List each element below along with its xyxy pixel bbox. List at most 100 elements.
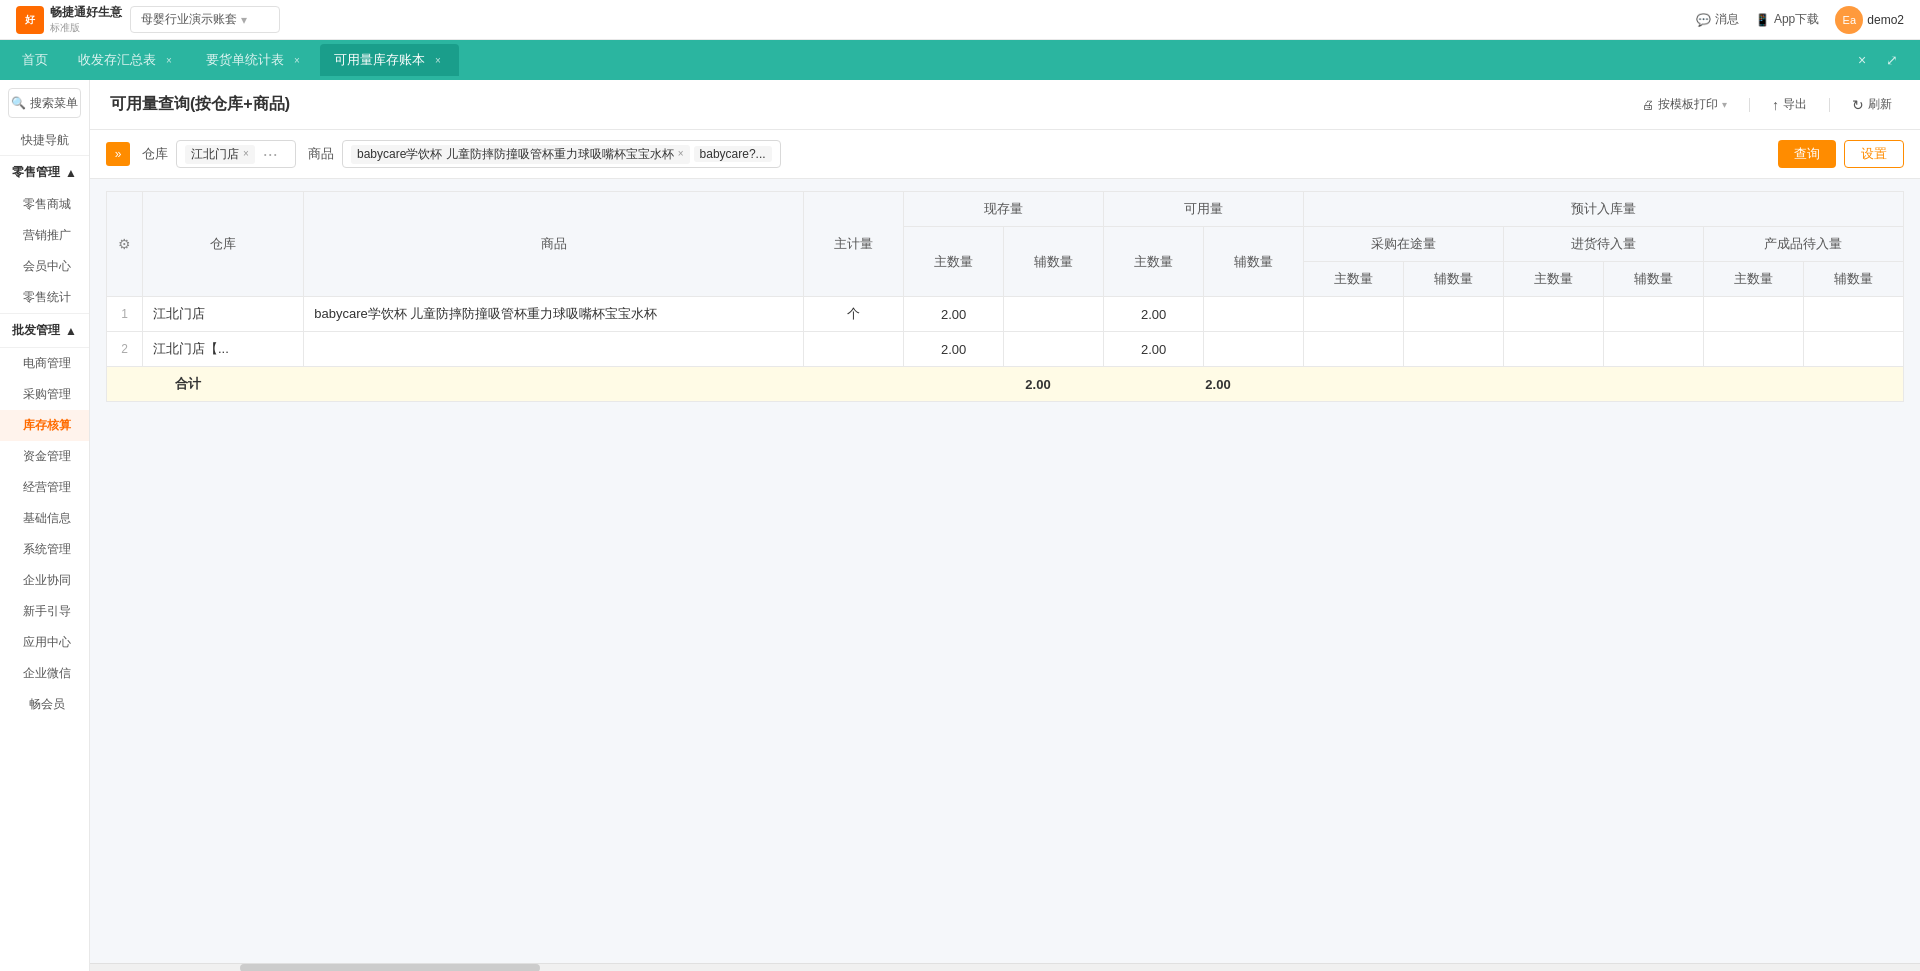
sidebar-item-app-center[interactable]: 应用中心 [0, 627, 89, 658]
refresh-button[interactable]: ↻ 刷新 [1844, 92, 1900, 117]
sidebar-item-ecommerce[interactable]: 电商管理 [0, 348, 89, 379]
cell-stock-main: 2.00 [904, 297, 1004, 332]
refresh-label: 刷新 [1868, 96, 1892, 113]
warehouse-tag: 江北门店 × [185, 145, 255, 164]
product-tag1-text: babycare学饮杯 儿童防摔防撞吸管杯重力球吸嘴杯宝宝水杯 [357, 146, 674, 163]
th-incoming-group: 进货待入量 [1504, 227, 1704, 262]
main-layout: 🔍 搜索菜单 快捷导航 零售管理 ▲ 零售商城 营销推广 会员中心 零售统计 批… [0, 80, 1920, 971]
tab-receipt-summary[interactable]: 收发存汇总表 × [64, 44, 190, 76]
sidebar-item-basic-info[interactable]: 基础信息 [0, 503, 89, 534]
tab-receipt-summary-close[interactable]: × [162, 53, 176, 67]
product-tag2: babycare?... [694, 146, 772, 162]
tab-home[interactable]: 首页 [8, 44, 62, 76]
refresh-icon: ↻ [1852, 97, 1864, 113]
sidebar-group-wholesale-header[interactable]: 批发管理 ▲ [0, 314, 89, 347]
th-unit: 主计量 [804, 192, 904, 297]
th-warehouse: 仓库 [143, 192, 304, 297]
top-bar-right: 💬 消息 📱 App下载 Ea demo2 [1696, 6, 1904, 34]
product-tag1-close[interactable]: × [678, 149, 684, 159]
avatar: Ea [1835, 6, 1863, 34]
sidebar-item-new-guide[interactable]: 新手引导 [0, 596, 89, 627]
th-incoming-main: 主数量 [1504, 262, 1604, 297]
chat-label: 消息 [1715, 11, 1739, 28]
cell-unit: 个 [804, 297, 904, 332]
nav-tabs: 首页 收发存汇总表 × 要货单统计表 × 可用量库存账本 × × ⤢ [0, 40, 1920, 80]
print-chevron-icon: ▾ [1722, 99, 1727, 110]
print-button[interactable]: 🖨 按模板打印 ▾ [1634, 92, 1735, 117]
cell-stock-aux [1004, 297, 1104, 332]
column-settings-icon[interactable]: ⚙ [118, 236, 131, 252]
tab-maximize-button[interactable]: ⤢ [1880, 48, 1904, 72]
query-button[interactable]: 查询 [1778, 140, 1836, 168]
user-area[interactable]: Ea demo2 [1835, 6, 1904, 34]
sidebar-item-member[interactable]: 会员中心 [0, 251, 89, 282]
tab-available-inventory[interactable]: 可用量库存账本 × [320, 44, 459, 76]
warehouse-tag-close[interactable]: × [243, 149, 249, 159]
cell-unit [804, 332, 904, 367]
warehouse-more-button[interactable]: ··· [259, 144, 282, 165]
product-tag2-text: babycare?... [700, 147, 766, 161]
th-produced-aux: 辅数量 [1803, 262, 1903, 297]
sidebar-item-finance[interactable]: 资金管理 [0, 441, 89, 472]
footer-stock-main: 2.00 [993, 377, 1083, 392]
cell-index: 2 [107, 332, 143, 367]
sidebar: 🔍 搜索菜单 快捷导航 零售管理 ▲ 零售商城 营销推广 会员中心 零售统计 批… [0, 80, 90, 971]
settings-button[interactable]: 设置 [1844, 140, 1904, 168]
top-bar: 好 畅捷通好生意 标准版 母婴行业演示账套 ▾ 💬 消息 📱 App下载 Ea … [0, 0, 1920, 40]
chat-icon: 💬 [1696, 13, 1711, 27]
th-stock-group: 现存量 [904, 192, 1104, 227]
cell-produced-main [1703, 332, 1803, 367]
sidebar-item-operation[interactable]: 经营管理 [0, 472, 89, 503]
app-download-label: App下载 [1774, 11, 1819, 28]
sidebar-item-retail-stats[interactable]: 零售统计 [0, 282, 89, 313]
table-scroll-thumb[interactable] [240, 964, 540, 971]
filter-actions: 查询 设置 [1778, 140, 1904, 168]
industry-label: 母婴行业演示账套 [141, 11, 237, 28]
chat-button[interactable]: 💬 消息 [1696, 11, 1739, 28]
sidebar-group-retail: 零售管理 ▲ 零售商城 营销推广 会员中心 零售统计 [0, 156, 89, 314]
sidebar-item-member-plus[interactable]: 畅会员 [0, 689, 89, 720]
table-area: ⚙ 仓库 商品 主计量 现存量 可用量 预计入库量 主数量 辅数量 主数量 辅数… [90, 179, 1920, 963]
export-button[interactable]: ↑ 导出 [1764, 92, 1815, 117]
page-header-actions: 🖨 按模板打印 ▾ ↑ 导出 ↻ 刷新 [1634, 92, 1900, 129]
th-incoming-aux: 辅数量 [1603, 262, 1703, 297]
sidebar-search-area: 🔍 搜索菜单 [0, 80, 89, 126]
divider1 [1749, 98, 1750, 112]
tab-home-label: 首页 [22, 51, 48, 69]
cell-available-main: 2.00 [1104, 332, 1204, 367]
tab-available-inventory-close[interactable]: × [431, 53, 445, 67]
tab-controls: × ⤢ [1850, 48, 1912, 72]
cell-incoming-aux [1603, 332, 1703, 367]
tab-order-stats[interactable]: 要货单统计表 × [192, 44, 318, 76]
filter-expand-button[interactable]: » [106, 142, 130, 166]
warehouse-filter-input[interactable]: 江北门店 × ··· [176, 140, 296, 168]
product-filter-label: 商品 [308, 145, 334, 163]
product-filter-input[interactable]: babycare学饮杯 儿童防摔防撞吸管杯重力球吸嘴杯宝宝水杯 × babyca… [342, 140, 781, 168]
table-scroll-bar[interactable] [90, 963, 1920, 971]
th-available-aux: 辅数量 [1204, 227, 1304, 297]
wholesale-group-chevron: ▲ [65, 324, 77, 338]
cell-produced-aux [1803, 297, 1903, 332]
search-icon: 🔍 [11, 96, 26, 110]
sidebar-item-quick-nav[interactable]: 快捷导航 [0, 126, 89, 156]
sidebar-item-inventory-check[interactable]: 库存核算 [0, 410, 89, 441]
tab-close-button[interactable]: × [1850, 48, 1874, 72]
sidebar-item-system[interactable]: 系统管理 [0, 534, 89, 565]
tab-order-stats-close[interactable]: × [290, 53, 304, 67]
product-tag1: babycare学饮杯 儿童防摔防撞吸管杯重力球吸嘴杯宝宝水杯 × [351, 145, 690, 164]
industry-selector[interactable]: 母婴行业演示账套 ▾ [130, 6, 280, 33]
sidebar-item-retail-mall[interactable]: 零售商城 [0, 189, 89, 220]
th-available-group: 可用量 [1104, 192, 1304, 227]
app-download-button[interactable]: 📱 App下载 [1755, 11, 1819, 28]
cell-purchase-aux [1404, 332, 1504, 367]
sidebar-item-enterprise-wechat[interactable]: 企业微信 [0, 658, 89, 689]
search-menu-button[interactable]: 🔍 搜索菜单 [8, 88, 81, 118]
sidebar-group-retail-header[interactable]: 零售管理 ▲ [0, 156, 89, 189]
sidebar-item-marketing[interactable]: 营销推广 [0, 220, 89, 251]
sidebar-item-enterprise-collab[interactable]: 企业协同 [0, 565, 89, 596]
cell-available-main: 2.00 [1104, 297, 1204, 332]
cell-stock-aux [1004, 332, 1104, 367]
th-product: 商品 [304, 192, 804, 297]
sidebar-item-purchase[interactable]: 采购管理 [0, 379, 89, 410]
th-produced-group: 产成品待入量 [1703, 227, 1903, 262]
